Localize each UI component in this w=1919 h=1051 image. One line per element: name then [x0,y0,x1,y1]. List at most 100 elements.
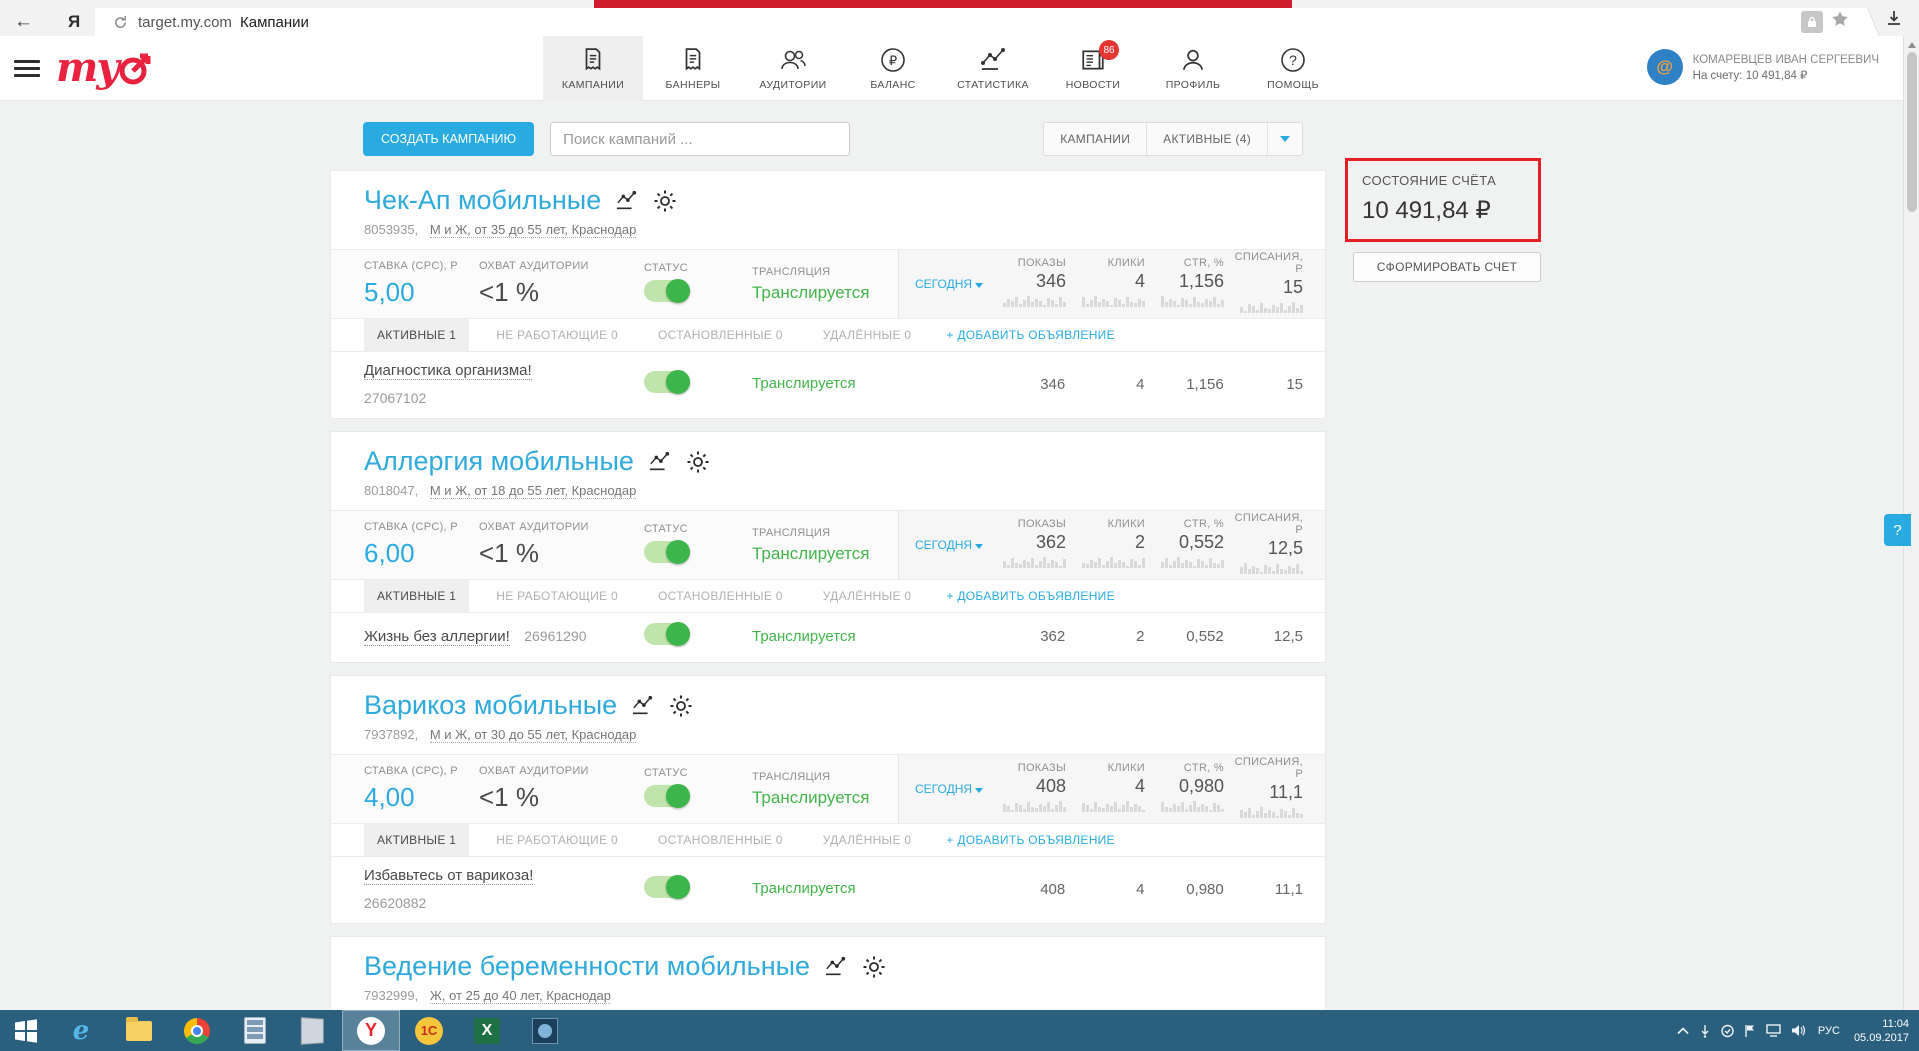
campaign-targeting-link[interactable]: Ж, от 25 до 40 лет, Краснодар [429,988,611,1004]
campaign-status-toggle[interactable] [644,278,690,303]
nav-profile[interactable]: ПРОФИЛЬ [1143,36,1243,101]
campaign-card: Чек-Ап мобильные 8053935, М и Ж, от 35 д… [330,170,1326,419]
tab-active-ads[interactable]: АКТИВНЫЕ 1 [364,824,470,856]
ad-status-toggle[interactable] [644,874,690,899]
address-url[interactable]: target.my.com [138,8,232,36]
download-icon[interactable] [1886,10,1902,26]
add-ad-link[interactable]: + ДОБАВИТЬ ОБЪЯВЛЕНИЕ [946,580,1115,612]
rate-value[interactable]: 4,00 [364,782,479,813]
tab-deleted-ads[interactable]: УДАЛЁННЫЕ 0 [810,319,925,351]
campaign-settings-icon[interactable] [862,955,886,979]
nav-statistics[interactable]: СТАТИСТИКА [943,36,1043,101]
campaign-title-link[interactable]: Чек-Ап мобильные [364,185,601,216]
tray-expand-icon[interactable] [1677,1026,1689,1035]
ad-name-link[interactable]: Жизнь без аллергии! [364,627,510,646]
nav-news[interactable]: НОВОСТИ 86 [1043,36,1143,101]
tray-pen-icon[interactable] [1699,1024,1711,1038]
person-icon [1180,45,1206,75]
period-dropdown[interactable]: СЕГОДНЯ [915,277,984,291]
search-input[interactable] [550,122,851,156]
campaign-stats-icon[interactable] [824,956,848,978]
bookmark-star-icon[interactable] [1831,10,1849,28]
campaign-title-link[interactable]: Варикоз мобильные [364,690,617,721]
ad-status-toggle[interactable] [644,369,690,394]
campaign-stats-icon[interactable] [615,190,639,212]
add-ad-link[interactable]: + ДОБАВИТЬ ОБЪЯВЛЕНИЕ [946,824,1115,856]
start-button[interactable] [0,1010,52,1051]
campaign-targeting-link[interactable]: М и Ж, от 30 до 55 лет, Краснодар [429,727,637,743]
taskbar-ie-icon[interactable]: e [52,1010,110,1051]
tab-stopped-ads[interactable]: ОСТАНОВЛЕННЫЕ 0 [645,319,796,351]
nav-help[interactable]: ? ПОМОЩЬ [1243,36,1343,101]
taskbar-calculator-icon[interactable] [226,1010,284,1051]
scrollbar-up-arrow[interactable] [1907,42,1916,48]
browser-tab[interactable] [95,8,1855,36]
campaign-settings-icon[interactable] [653,189,677,213]
nav-balance[interactable]: ₽ БАЛАНС [843,36,943,101]
campaign-settings-icon[interactable] [669,694,693,718]
campaign-filter[interactable]: КАМПАНИИ АКТИВНЫЕ (4) [1043,122,1303,156]
period-dropdown[interactable]: СЕГОДНЯ [915,782,984,796]
campaign-stats-icon[interactable] [648,451,672,473]
ad-id: 26620882 [364,895,427,911]
rate-value[interactable]: 5,00 [364,277,479,308]
tab-stopped-ads[interactable]: ОСТАНОВЛЕННЫЕ 0 [645,824,796,856]
campaign-settings-icon[interactable] [686,450,710,474]
nav-banners[interactable]: БАННЕРЫ [643,36,743,101]
period-dropdown[interactable]: СЕГОДНЯ [915,538,984,552]
menu-hamburger-icon[interactable] [14,56,40,80]
add-ad-link[interactable]: + ДОБАВИТЬ ОБЪЯВЛЕНИЕ [946,319,1115,351]
create-campaign-button[interactable]: СОЗДАТЬ КАМПАНИЮ [363,122,535,156]
taskbar-1c-icon[interactable]: 1С [400,1010,458,1051]
language-indicator[interactable]: РУС [1818,1025,1840,1037]
mytarget-logo[interactable]: my [56,44,152,91]
ad-name-link[interactable]: Избавьтесь от варикоза! [364,867,534,885]
taskbar-explorer-icon[interactable] [110,1010,168,1051]
taskbar-yandex-browser-icon[interactable]: Y [342,1010,400,1051]
security-lock-icon[interactable] [1801,11,1823,33]
tray-security-icon[interactable] [1721,1024,1734,1038]
yandex-browser-icon[interactable]: Я [68,8,80,36]
campaign-targeting-link[interactable]: М и Ж, от 35 до 55 лет, Краснодар [429,222,637,238]
scrollbar-thumb[interactable] [1906,52,1917,212]
filter-type[interactable]: КАМПАНИИ [1044,123,1148,155]
tray-volume-icon[interactable] [1791,1024,1805,1037]
tab-not-working-ads[interactable]: НЕ РАБОТАЮЩИЕ 0 [483,824,631,856]
clicks-sparkline [1081,556,1145,568]
broadcast-status: Транслируется [752,543,870,563]
broadcast-status: Транслируется [752,787,870,807]
tab-not-working-ads[interactable]: НЕ РАБОТАЮЩИЕ 0 [483,319,631,351]
taskbar-excel-icon[interactable]: X [458,1010,516,1051]
help-widget-button[interactable]: ? [1884,514,1911,546]
user-account[interactable]: @ КОМАРЕВЦЕВ ИВАН СЕРГЕЕВИЧ На счету: 10… [1646,49,1879,85]
tab-active-ads[interactable]: АКТИВНЫЕ 1 [364,580,470,612]
filter-status[interactable]: АКТИВНЫЕ (4) [1147,123,1268,155]
tray-flag-icon[interactable] [1744,1024,1756,1038]
nav-campaigns[interactable]: КАМПАНИИ [543,36,643,101]
campaign-targeting-link[interactable]: М и Ж, от 18 до 55 лет, Краснодар [429,483,637,499]
generate-invoice-button[interactable]: СФОРМИРОВАТЬ СЧЕТ [1353,252,1541,282]
tray-network-icon[interactable] [1766,1024,1781,1037]
taskbar-photos-icon[interactable] [516,1010,574,1051]
refresh-icon[interactable] [113,8,128,36]
campaign-title-link[interactable]: Аллергия мобильные [364,446,634,477]
campaign-stats-icon[interactable] [631,695,655,717]
tab-stopped-ads[interactable]: ОСТАНОВЛЕННЫЕ 0 [645,580,796,612]
nav-audiences[interactable]: АУДИТОРИИ [743,36,843,101]
tab-deleted-ads[interactable]: УДАЛЁННЫЕ 0 [810,580,925,612]
taskbar-chrome-icon[interactable] [168,1010,226,1051]
ad-name-link[interactable]: Диагностика организма! [364,362,532,380]
tab-active-ads[interactable]: АКТИВНЫЕ 1 [364,319,470,351]
rate-value[interactable]: 6,00 [364,538,479,569]
campaign-status-toggle[interactable] [644,539,690,564]
filter-dropdown-button[interactable] [1268,123,1302,155]
campaign-title-link[interactable]: Ведение беременности мобильные [364,951,810,982]
tab-deleted-ads[interactable]: УДАЛЁННЫЕ 0 [810,824,925,856]
status-header: СТАТУС [644,766,688,779]
taskbar-notes-icon[interactable] [284,1010,342,1051]
clock[interactable]: 11:04 05.09.2017 [1854,1017,1909,1045]
tab-not-working-ads[interactable]: НЕ РАБОТАЮЩИЕ 0 [483,580,631,612]
ad-status-toggle[interactable] [644,622,690,646]
back-button[interactable]: ← [14,8,33,36]
campaign-status-toggle[interactable] [644,783,690,808]
